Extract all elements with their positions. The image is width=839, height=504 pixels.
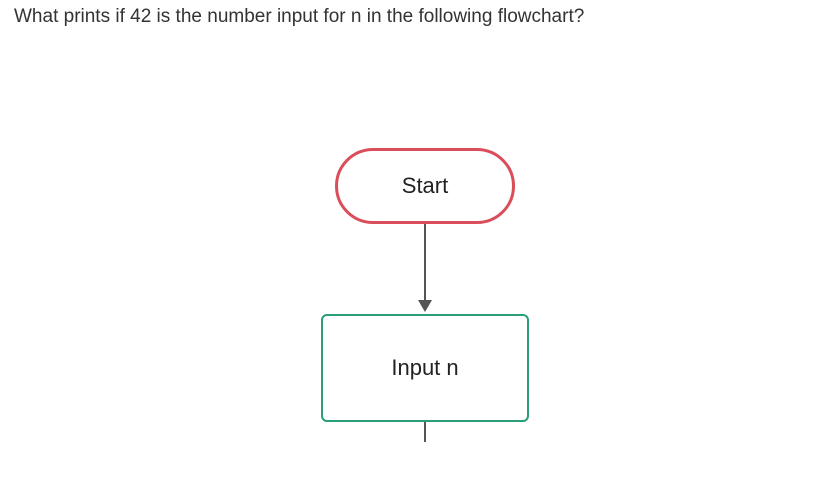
flowchart: Start Input n <box>305 148 545 442</box>
input-label: Input n <box>391 355 458 381</box>
question-text: What prints if 42 is the number input fo… <box>14 6 584 28</box>
arrowhead-icon <box>418 300 432 312</box>
start-node: Start <box>335 148 515 224</box>
start-label: Start <box>402 173 448 199</box>
connector-arrow <box>305 224 545 314</box>
input-node: Input n <box>321 314 529 422</box>
connector-bottom <box>305 422 545 442</box>
connector-bottom-line <box>424 422 426 442</box>
connector-line <box>424 224 426 302</box>
